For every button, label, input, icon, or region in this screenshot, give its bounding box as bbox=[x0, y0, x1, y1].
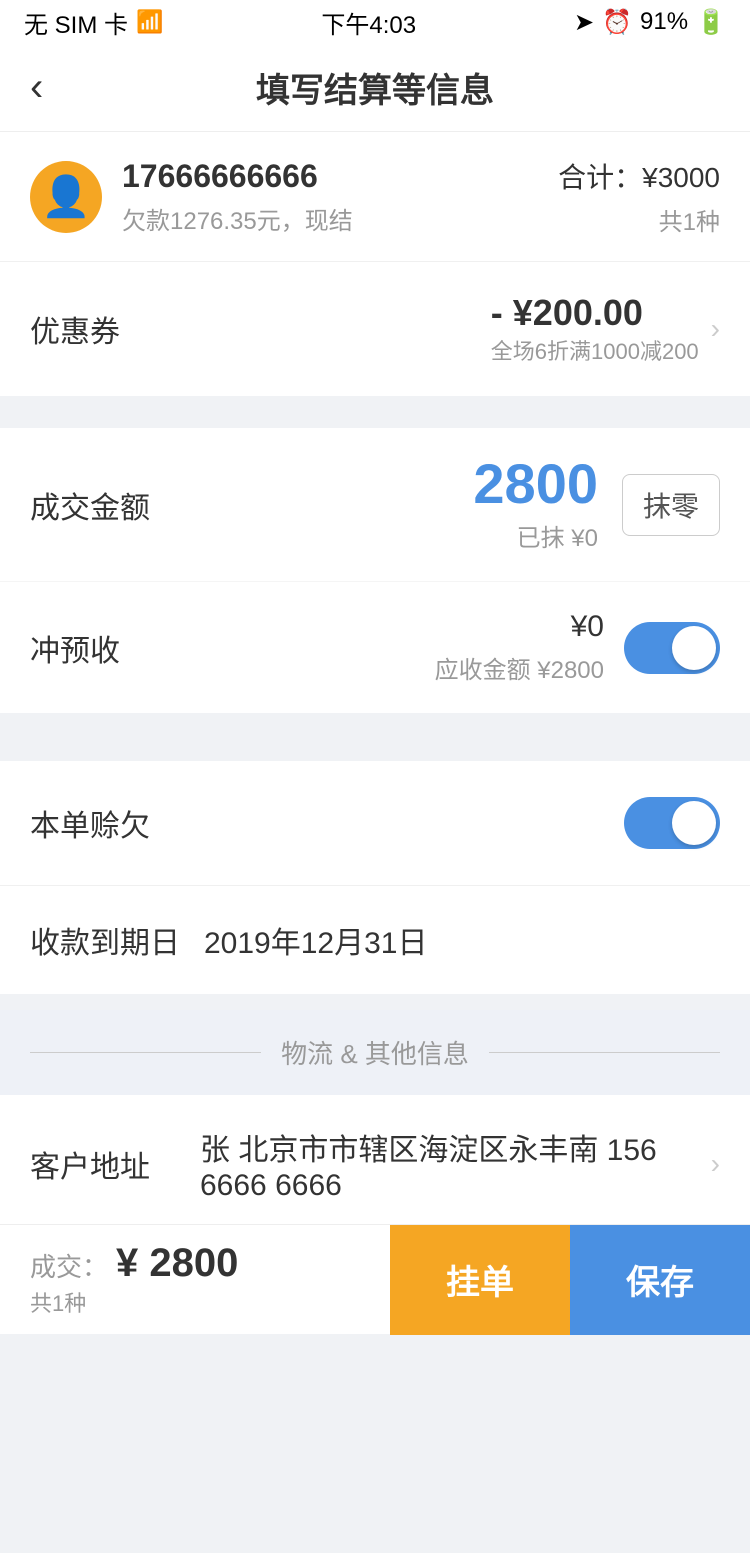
deal-card: 成交金额 2800 已抹 ¥0 抹零 冲预收 ¥0 应收金额 ¥2800 bbox=[0, 428, 750, 713]
section-divider-2 bbox=[0, 729, 750, 745]
round-zero-button[interactable]: 抹零 bbox=[622, 474, 720, 536]
page-title: 填写结算等信息 bbox=[256, 63, 494, 112]
alarm-icon: ⏰ bbox=[602, 8, 632, 37]
address-label: 客户地址 bbox=[30, 1142, 150, 1186]
status-right: ➤ ⏰ 91% 🔋 bbox=[574, 8, 726, 37]
location-icon: ➤ bbox=[574, 8, 594, 37]
credit-label: 本单赊欠 bbox=[30, 801, 150, 845]
customer-row: 👤 17666666666 欠款1276.35元，现结 合计：¥3000 共1种 bbox=[0, 132, 750, 261]
bottom-summary: 成交： ¥ 2800 共1种 bbox=[0, 1241, 390, 1318]
coupon-right: - ¥200.00 全场6折满1000减200 › bbox=[491, 292, 720, 366]
coupon-discount: - ¥200.00 bbox=[491, 292, 699, 334]
coupon-row[interactable]: 优惠券 - ¥200.00 全场6折满1000减200 › bbox=[0, 261, 750, 396]
logistics-line-left bbox=[30, 1052, 261, 1053]
bottom-deal-amount: ¥ 2800 bbox=[116, 1241, 238, 1286]
customer-card: 👤 17666666666 欠款1276.35元，现结 合计：¥3000 共1种… bbox=[0, 132, 750, 396]
prepay-label: 冲预收 bbox=[30, 626, 120, 670]
total-value: ¥3000 bbox=[642, 162, 720, 193]
prepay-row: 冲预收 ¥0 应收金额 ¥2800 bbox=[0, 582, 750, 713]
deal-erased: 已抹 ¥0 bbox=[473, 518, 598, 553]
avatar: 👤 bbox=[30, 161, 102, 233]
deal-amount-row: 成交金额 2800 已抹 ¥0 抹零 bbox=[0, 428, 750, 582]
bottom-count: 共1种 bbox=[30, 1286, 360, 1318]
save-button[interactable]: 保存 bbox=[570, 1225, 750, 1335]
logistics-divider: 物流 & 其他信息 bbox=[0, 1010, 750, 1095]
avatar-icon: 👤 bbox=[41, 173, 91, 220]
address-chevron-icon: › bbox=[711, 1148, 720, 1180]
content-area: 👤 17666666666 欠款1276.35元，现结 合计：¥3000 共1种… bbox=[0, 132, 750, 1553]
bottom-deal-row: 成交： ¥ 2800 bbox=[30, 1241, 360, 1286]
deal-amount-value: 2800 bbox=[473, 456, 598, 512]
wifi-icon: 📶 bbox=[136, 9, 163, 35]
back-button[interactable]: ‹ bbox=[30, 65, 90, 110]
customer-info: 17666666666 欠款1276.35元，现结 bbox=[122, 158, 353, 236]
hold-button[interactable]: 挂单 bbox=[390, 1225, 570, 1335]
logistics-line-right bbox=[489, 1052, 720, 1053]
address-content: 张 北京市市辖区海淀区永丰南 156 6666 6666 bbox=[200, 1125, 691, 1203]
section-divider-1 bbox=[0, 412, 750, 428]
toggle-knob bbox=[672, 626, 716, 670]
deal-amount-wrap: 2800 已抹 ¥0 bbox=[473, 456, 598, 553]
deal-right: 2800 已抹 ¥0 抹零 bbox=[473, 456, 720, 553]
due-date-row: 收款到期日 2019年12月31日 bbox=[0, 885, 750, 994]
status-bar: 无 SIM 卡 📶 下午4:03 ➤ ⏰ 91% 🔋 bbox=[0, 0, 750, 44]
nav-bar: ‹ 填写结算等信息 bbox=[0, 44, 750, 132]
credit-row: 本单赊欠 bbox=[0, 761, 750, 885]
prepay-toggle[interactable] bbox=[624, 622, 720, 674]
prepay-receivable: 应收金额 ¥2800 bbox=[435, 650, 604, 685]
deal-amount-label: 成交金额 bbox=[30, 483, 150, 527]
due-date-label: 收款到期日 bbox=[30, 918, 180, 962]
total-count: 共1种 bbox=[558, 202, 720, 237]
coupon-desc: 全场6折满1000减200 bbox=[491, 334, 699, 366]
prepay-right: ¥0 应收金额 ¥2800 bbox=[435, 610, 720, 685]
coupon-label: 优惠券 bbox=[30, 307, 120, 351]
logistics-text: 物流 & 其他信息 bbox=[281, 1034, 469, 1071]
customer-phone: 17666666666 bbox=[122, 158, 353, 195]
credit-toggle-knob bbox=[672, 801, 716, 845]
status-time: 下午4:03 bbox=[321, 5, 416, 40]
battery-label: 91% bbox=[640, 8, 688, 36]
total-amount: 合计：¥3000 bbox=[558, 156, 720, 196]
battery-icon: 🔋 bbox=[696, 8, 726, 37]
bottom-bar: 成交： ¥ 2800 共1种 挂单 保存 bbox=[0, 1224, 750, 1334]
prepay-amount-value: ¥0 bbox=[435, 610, 604, 644]
status-left: 无 SIM 卡 📶 bbox=[24, 5, 163, 40]
address-row[interactable]: 客户地址 张 北京市市辖区海淀区永丰南 156 6666 6666 › bbox=[0, 1095, 750, 1233]
total-label: 合计： bbox=[558, 162, 642, 193]
credit-card: 本单赊欠 收款到期日 2019年12月31日 bbox=[0, 761, 750, 994]
chevron-right-icon: › bbox=[711, 313, 720, 345]
customer-right: 合计：¥3000 共1种 bbox=[558, 156, 720, 237]
carrier-label: 无 SIM 卡 bbox=[24, 5, 128, 40]
due-date-value: 2019年12月31日 bbox=[204, 918, 427, 962]
prepay-amount-wrap: ¥0 应收金额 ¥2800 bbox=[435, 610, 604, 685]
customer-left: 👤 17666666666 欠款1276.35元，现结 bbox=[30, 158, 353, 236]
bottom-deal-label: 成交： bbox=[30, 1247, 108, 1284]
credit-toggle[interactable] bbox=[624, 797, 720, 849]
customer-debt: 欠款1276.35元，现结 bbox=[122, 201, 353, 236]
